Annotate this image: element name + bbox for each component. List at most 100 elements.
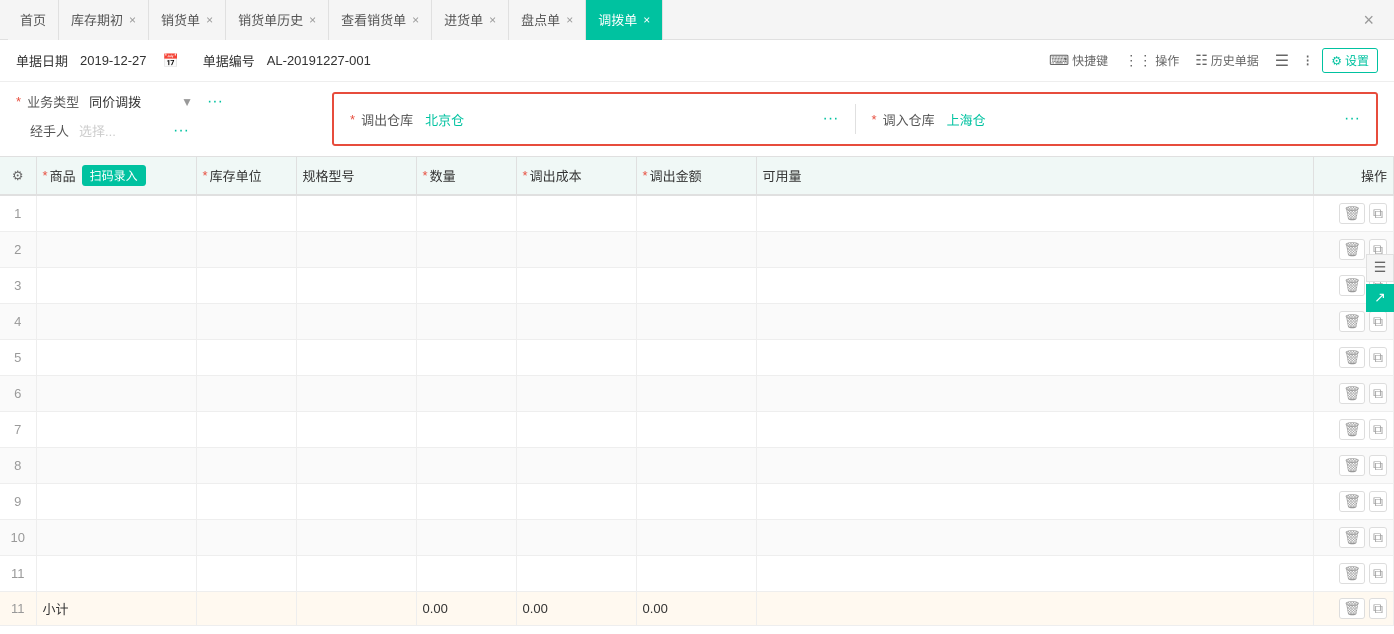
tab-transfer[interactable]: 调拨单 ×	[586, 0, 663, 40]
row-7-col-5[interactable]	[516, 412, 636, 448]
row-5-col-5[interactable]	[516, 340, 636, 376]
copy-row-10-button[interactable]: ⧉	[1369, 527, 1387, 548]
delete-row-2-button[interactable]: 🗑	[1339, 239, 1365, 260]
copy-row-4-button[interactable]: ⧉	[1369, 311, 1387, 332]
copy-row-9-button[interactable]: ⧉	[1369, 491, 1387, 512]
close-purchase-order-icon[interactable]: ×	[489, 13, 496, 27]
row-11-col-6[interactable]	[636, 556, 756, 592]
row-7-col-6[interactable]	[636, 412, 756, 448]
handler-more-icon[interactable]: ···	[173, 122, 189, 140]
layout-icon-2[interactable]: ⁝	[1301, 49, 1314, 73]
delete-row-6-button[interactable]: 🗑	[1339, 383, 1365, 404]
row-7-col-7[interactable]	[756, 412, 1314, 448]
row-4-col-6[interactable]	[636, 304, 756, 340]
row-8-col-4[interactable]	[416, 448, 516, 484]
row-1-col-7[interactable]	[756, 195, 1314, 232]
row-8-col-3[interactable]	[296, 448, 416, 484]
tab-stocktake[interactable]: 盘点单 ×	[509, 0, 586, 40]
row-9-col-2[interactable]	[196, 484, 296, 520]
layout-icon-1[interactable]: ☰	[1271, 49, 1293, 73]
tab-view-sales[interactable]: 查看销货单 ×	[329, 0, 432, 40]
copy-row-7-button[interactable]: ⧉	[1369, 419, 1387, 440]
tab-home[interactable]: 首页	[8, 0, 59, 40]
row-8-col-2[interactable]	[196, 448, 296, 484]
scan-input-button[interactable]: 扫码录入	[82, 165, 146, 186]
close-stocktake-icon[interactable]: ×	[566, 13, 573, 27]
row-1-col-5[interactable]	[516, 195, 636, 232]
row-7-col-4[interactable]	[416, 412, 516, 448]
row-7-col-2[interactable]	[196, 412, 296, 448]
row-11-col-2[interactable]	[196, 556, 296, 592]
delete-row-5-button[interactable]: 🗑	[1339, 347, 1365, 368]
notes-float-button[interactable]: ☰	[1366, 254, 1394, 282]
delete-row-8-button[interactable]: 🗑	[1339, 455, 1365, 476]
row-2-col-4[interactable]	[416, 232, 516, 268]
row-11-col-4[interactable]	[416, 556, 516, 592]
row-4-col-7[interactable]	[756, 304, 1314, 340]
row-5-col-6[interactable]	[636, 340, 756, 376]
row-6-col-4[interactable]	[416, 376, 516, 412]
row-6-col-1[interactable]	[36, 376, 196, 412]
row-6-col-2[interactable]	[196, 376, 296, 412]
row-1-col-1[interactable]	[36, 195, 196, 232]
delete-row-1-button[interactable]: 🗑	[1339, 203, 1365, 224]
row-3-col-3[interactable]	[296, 268, 416, 304]
row-5-col-1[interactable]	[36, 340, 196, 376]
row-5-col-4[interactable]	[416, 340, 516, 376]
close-window-icon[interactable]: ×	[1351, 0, 1386, 40]
row-4-col-3[interactable]	[296, 304, 416, 340]
expand-float-button[interactable]: ↗	[1366, 284, 1394, 312]
row-10-col-5[interactable]	[516, 520, 636, 556]
row-9-col-3[interactable]	[296, 484, 416, 520]
row-10-col-3[interactable]	[296, 520, 416, 556]
row-1-col-4[interactable]	[416, 195, 516, 232]
row-8-col-7[interactable]	[756, 448, 1314, 484]
row-8-col-5[interactable]	[516, 448, 636, 484]
row-3-col-2[interactable]	[196, 268, 296, 304]
row-2-col-5[interactable]	[516, 232, 636, 268]
row-10-col-7[interactable]	[756, 520, 1314, 556]
tab-inventory-init[interactable]: 库存期初 ×	[59, 0, 149, 40]
tab-purchase-order[interactable]: 进货单 ×	[432, 0, 509, 40]
row-3-col-4[interactable]	[416, 268, 516, 304]
row-10-col-4[interactable]	[416, 520, 516, 556]
row-3-col-7[interactable]	[756, 268, 1314, 304]
row-2-col-7[interactable]	[756, 232, 1314, 268]
transfer-in-more-icon[interactable]: ···	[1344, 110, 1360, 128]
row-3-col-5[interactable]	[516, 268, 636, 304]
copy-row-11-button[interactable]: ⧉	[1369, 563, 1387, 584]
row-4-col-2[interactable]	[196, 304, 296, 340]
row-7-col-1[interactable]	[36, 412, 196, 448]
row-10-col-1[interactable]	[36, 520, 196, 556]
handler-value[interactable]: 选择...	[79, 121, 159, 140]
copy-row-1-button[interactable]: ⧉	[1369, 203, 1387, 224]
row-4-col-4[interactable]	[416, 304, 516, 340]
row-8-col-1[interactable]	[36, 448, 196, 484]
row-6-col-5[interactable]	[516, 376, 636, 412]
calendar-icon[interactable]: 📅	[163, 53, 179, 69]
row-11-col-7[interactable]	[756, 556, 1314, 592]
history-btn[interactable]: ☷ 历史单据	[1191, 50, 1263, 71]
delete-row-10-button[interactable]: 🗑	[1339, 527, 1365, 548]
row-11-col-1[interactable]	[36, 556, 196, 592]
row-9-col-6[interactable]	[636, 484, 756, 520]
row-2-col-6[interactable]	[636, 232, 756, 268]
row-9-col-7[interactable]	[756, 484, 1314, 520]
row-2-col-3[interactable]	[296, 232, 416, 268]
row-10-col-6[interactable]	[636, 520, 756, 556]
row-6-col-7[interactable]	[756, 376, 1314, 412]
row-4-col-5[interactable]	[516, 304, 636, 340]
row-5-col-3[interactable]	[296, 340, 416, 376]
delete-row-3-button[interactable]: 🗑	[1339, 275, 1365, 296]
row-9-col-5[interactable]	[516, 484, 636, 520]
row-2-col-1[interactable]	[36, 232, 196, 268]
business-type-dropdown-icon[interactable]: ▼	[181, 95, 193, 109]
row-4-col-1[interactable]	[36, 304, 196, 340]
operation-btn[interactable]: ⋮⋮ 操作	[1120, 50, 1183, 71]
close-sales-order-icon[interactable]: ×	[206, 13, 213, 27]
gear-icon[interactable]: ⚙	[12, 168, 24, 183]
row-8-col-6[interactable]	[636, 448, 756, 484]
delete-row-9-button[interactable]: 🗑	[1339, 491, 1365, 512]
row-1-col-3[interactable]	[296, 195, 416, 232]
delete-row-7-button[interactable]: 🗑	[1339, 419, 1365, 440]
